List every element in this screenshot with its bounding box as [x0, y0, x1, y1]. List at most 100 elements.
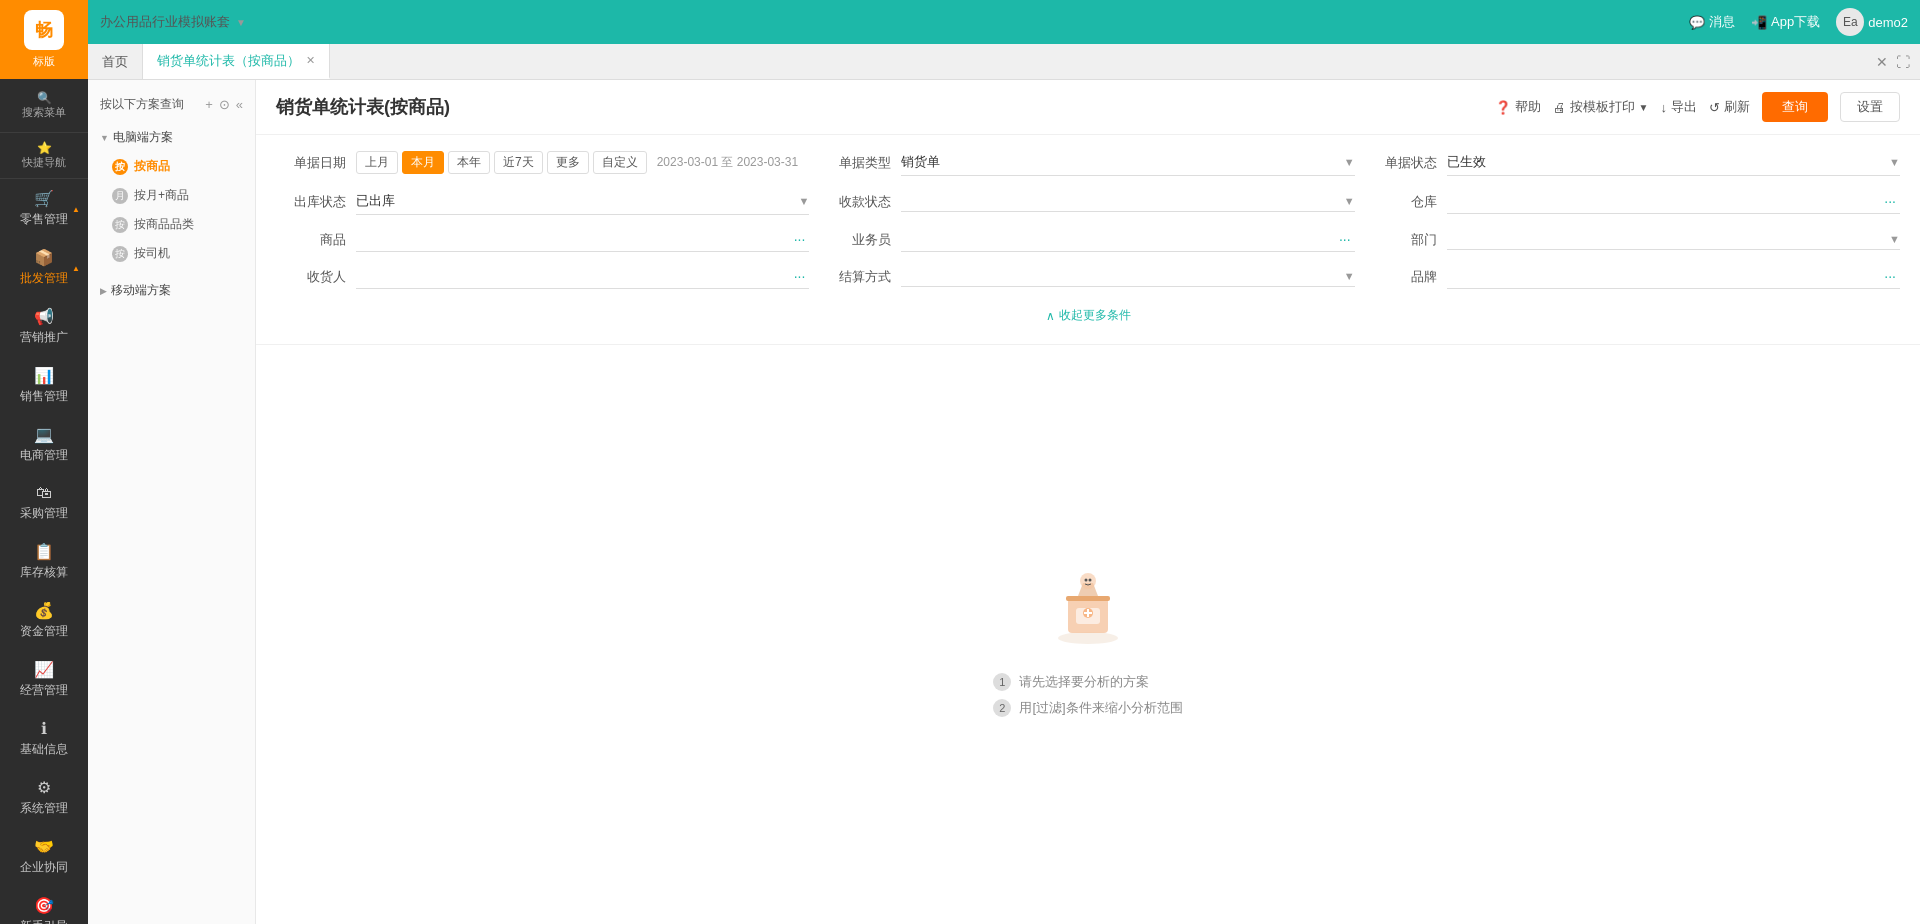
tab-home[interactable]: 首页: [88, 44, 143, 79]
filter-cell-product: 商品 ···: [276, 227, 809, 252]
scheme-section-pc: ▼ 电脑端方案 按 按商品 月 按月+商品 按 按商品品类 按 按司机: [88, 119, 255, 272]
sidebar-item-basic[interactable]: ℹ 基础信息: [0, 709, 88, 768]
status-label: 单据状态: [1367, 154, 1447, 172]
date-btn-last-month[interactable]: 上月: [356, 151, 398, 174]
search-icon: 🔍: [5, 91, 83, 105]
tab-sales-stats[interactable]: 销货单统计表（按商品） ✕: [143, 44, 330, 79]
svg-point-9: [1085, 578, 1088, 581]
warehouse-select[interactable]: ···: [1447, 189, 1900, 214]
payment-method-select[interactable]: ▼: [901, 266, 1354, 287]
wholesale-icon: 📦: [34, 248, 54, 267]
sidebar-item-guide[interactable]: 🎯 新手引导: [0, 886, 88, 924]
date-btn-7days[interactable]: 近7天: [494, 151, 543, 174]
left-panel-tools: + ⊙ «: [205, 97, 243, 112]
tab-close-window-icon[interactable]: ✕: [1876, 54, 1888, 70]
scheme-group-pc[interactable]: ▼ 电脑端方案: [88, 123, 255, 152]
scheme-item-prefix-cashier: 按: [112, 246, 128, 262]
refresh-btn[interactable]: ↺ 刷新: [1709, 98, 1750, 116]
date-btn-custom[interactable]: 自定义: [593, 151, 647, 174]
filter-row-4: 收货人 ··· 结算方式 ▼ 品牌: [276, 264, 1900, 289]
department-select[interactable]: ▼: [1447, 229, 1900, 250]
empty-tip-1: 1 请先选择要分析的方案: [993, 673, 1182, 691]
receiver-ellipsis-icon[interactable]: ···: [790, 268, 810, 284]
receiver-select[interactable]: ···: [356, 264, 809, 289]
page-header: 销货单统计表(按商品) ❓ 帮助 🖨 按模板打印 ▼ ↓ 导出: [256, 80, 1920, 135]
svg-rect-2: [1066, 596, 1110, 601]
sidebar-item-finance[interactable]: 💰 资金管理: [0, 591, 88, 650]
sidebar-quick-nav[interactable]: ⭐ 快捷导航: [0, 133, 88, 179]
add-scheme-btn[interactable]: +: [205, 97, 213, 112]
salesman-ellipsis-icon[interactable]: ···: [1335, 231, 1355, 247]
sidebar-item-purchase[interactable]: 🛍 采购管理: [0, 474, 88, 532]
brand-ellipsis-icon[interactable]: ···: [1880, 268, 1900, 284]
system-icon: ⚙: [37, 778, 51, 797]
help-label: 帮助: [1515, 98, 1541, 116]
tip-text-1: 请先选择要分析的方案: [1019, 673, 1149, 691]
logo-subtitle: 标版: [33, 54, 55, 69]
receiver-label: 收货人: [276, 268, 356, 286]
page-actions: ❓ 帮助 🖨 按模板打印 ▼ ↓ 导出 ↺ 刷新: [1495, 92, 1900, 122]
help-btn[interactable]: ❓ 帮助: [1495, 98, 1541, 116]
tab-home-label: 首页: [102, 53, 128, 71]
date-btn-this-year[interactable]: 本年: [448, 151, 490, 174]
export-btn[interactable]: ↓ 导出: [1661, 98, 1698, 116]
scheme-group-mobile[interactable]: ▶ 移动端方案: [88, 276, 255, 305]
app-download-btn[interactable]: 📲 App下载: [1751, 13, 1820, 31]
payment-status-select[interactable]: ▼: [901, 191, 1354, 212]
sidebar-item-ecommerce[interactable]: 💻 电商管理: [0, 415, 88, 474]
print-btn[interactable]: 🖨 按模板打印 ▼: [1553, 98, 1649, 116]
scheme-item-by-product-label: 按商品: [134, 158, 170, 175]
sidebar-item-marketing[interactable]: 📢 营销推广: [0, 297, 88, 356]
operations-icon: 📈: [34, 660, 54, 679]
tab-close-icon[interactable]: ✕: [306, 54, 315, 67]
type-select[interactable]: 销货单 ▼: [901, 149, 1354, 176]
sidebar-item-sales[interactable]: 📊 销售管理: [0, 356, 88, 415]
date-btn-this-month[interactable]: 本月: [402, 151, 444, 174]
filter-cell-stock-status: 出库状态 已出库 ▼: [276, 188, 809, 215]
left-panel: 按以下方案查询 + ⊙ « ▼ 电脑端方案 按 按商品 月 按月: [88, 80, 256, 924]
sales-icon: 📊: [34, 366, 54, 385]
payment-status-label: 收款状态: [821, 193, 901, 211]
sidebar-item-enterprise[interactable]: 🤝 企业协同: [0, 827, 88, 886]
empty-tips: 1 请先选择要分析的方案 2 用[过滤]条件来缩小分析范围: [993, 673, 1182, 717]
collapse-filters-btn[interactable]: ∧ 收起更多条件: [276, 301, 1900, 330]
ecommerce-icon: 💻: [34, 425, 54, 444]
product-select[interactable]: ···: [356, 227, 809, 252]
sidebar-item-wholesale[interactable]: 📦 批发管理: [0, 238, 88, 297]
svg-point-0: [1058, 632, 1118, 644]
company-selector[interactable]: 办公用品行业模拟账套 ▼: [100, 13, 246, 31]
message-btn[interactable]: 💬 消息: [1689, 13, 1735, 31]
download-icon: 📲: [1751, 15, 1767, 30]
settings-scheme-btn[interactable]: ⊙: [219, 97, 230, 112]
date-btn-more[interactable]: 更多: [547, 151, 589, 174]
query-button[interactable]: 查询: [1762, 92, 1828, 122]
refresh-label: 刷新: [1724, 98, 1750, 116]
sidebar-item-inventory[interactable]: 📋 库存核算: [0, 532, 88, 591]
status-value: 已生效: [1447, 153, 1885, 171]
product-ellipsis-icon[interactable]: ···: [790, 231, 810, 247]
inventory-label: 库存核算: [20, 564, 68, 581]
user-avatar-btn[interactable]: Ea demo2: [1836, 8, 1908, 36]
collapse-panel-btn[interactable]: «: [236, 97, 243, 112]
scheme-item-by-cashier[interactable]: 按 按司机: [88, 239, 255, 268]
sidebar-logo[interactable]: 畅 标版: [0, 0, 88, 79]
scheme-item-by-product[interactable]: 按 按商品: [88, 152, 255, 181]
sidebar-item-system[interactable]: ⚙ 系统管理: [0, 768, 88, 827]
left-panel-header: 按以下方案查询 + ⊙ «: [88, 90, 255, 119]
top-nav-right: 💬 消息 📲 App下载 Ea demo2: [1689, 8, 1908, 36]
sidebar-search[interactable]: 🔍 搜索菜单: [0, 79, 88, 133]
sidebar-item-operations[interactable]: 📈 经营管理: [0, 650, 88, 709]
warehouse-ellipsis-icon[interactable]: ···: [1880, 193, 1900, 209]
filter-cell-payment-method: 结算方式 ▼: [821, 264, 1354, 289]
scheme-item-by-category[interactable]: 按 按商品品类: [88, 210, 255, 239]
tab-expand-icon[interactable]: ⛶: [1896, 54, 1910, 70]
stock-status-select[interactable]: 已出库 ▼: [356, 188, 809, 215]
type-dropdown-icon: ▼: [1344, 156, 1355, 168]
brand-select[interactable]: ···: [1447, 264, 1900, 289]
scheme-item-by-month-product[interactable]: 月 按月+商品: [88, 181, 255, 210]
status-select[interactable]: 已生效 ▼: [1447, 149, 1900, 176]
tip-text-2: 用[过滤]条件来缩小分析范围: [1019, 699, 1182, 717]
sidebar-item-retail[interactable]: 🛒 零售管理: [0, 179, 88, 238]
settings-button[interactable]: 设置: [1840, 92, 1900, 122]
salesman-select[interactable]: ···: [901, 227, 1354, 252]
